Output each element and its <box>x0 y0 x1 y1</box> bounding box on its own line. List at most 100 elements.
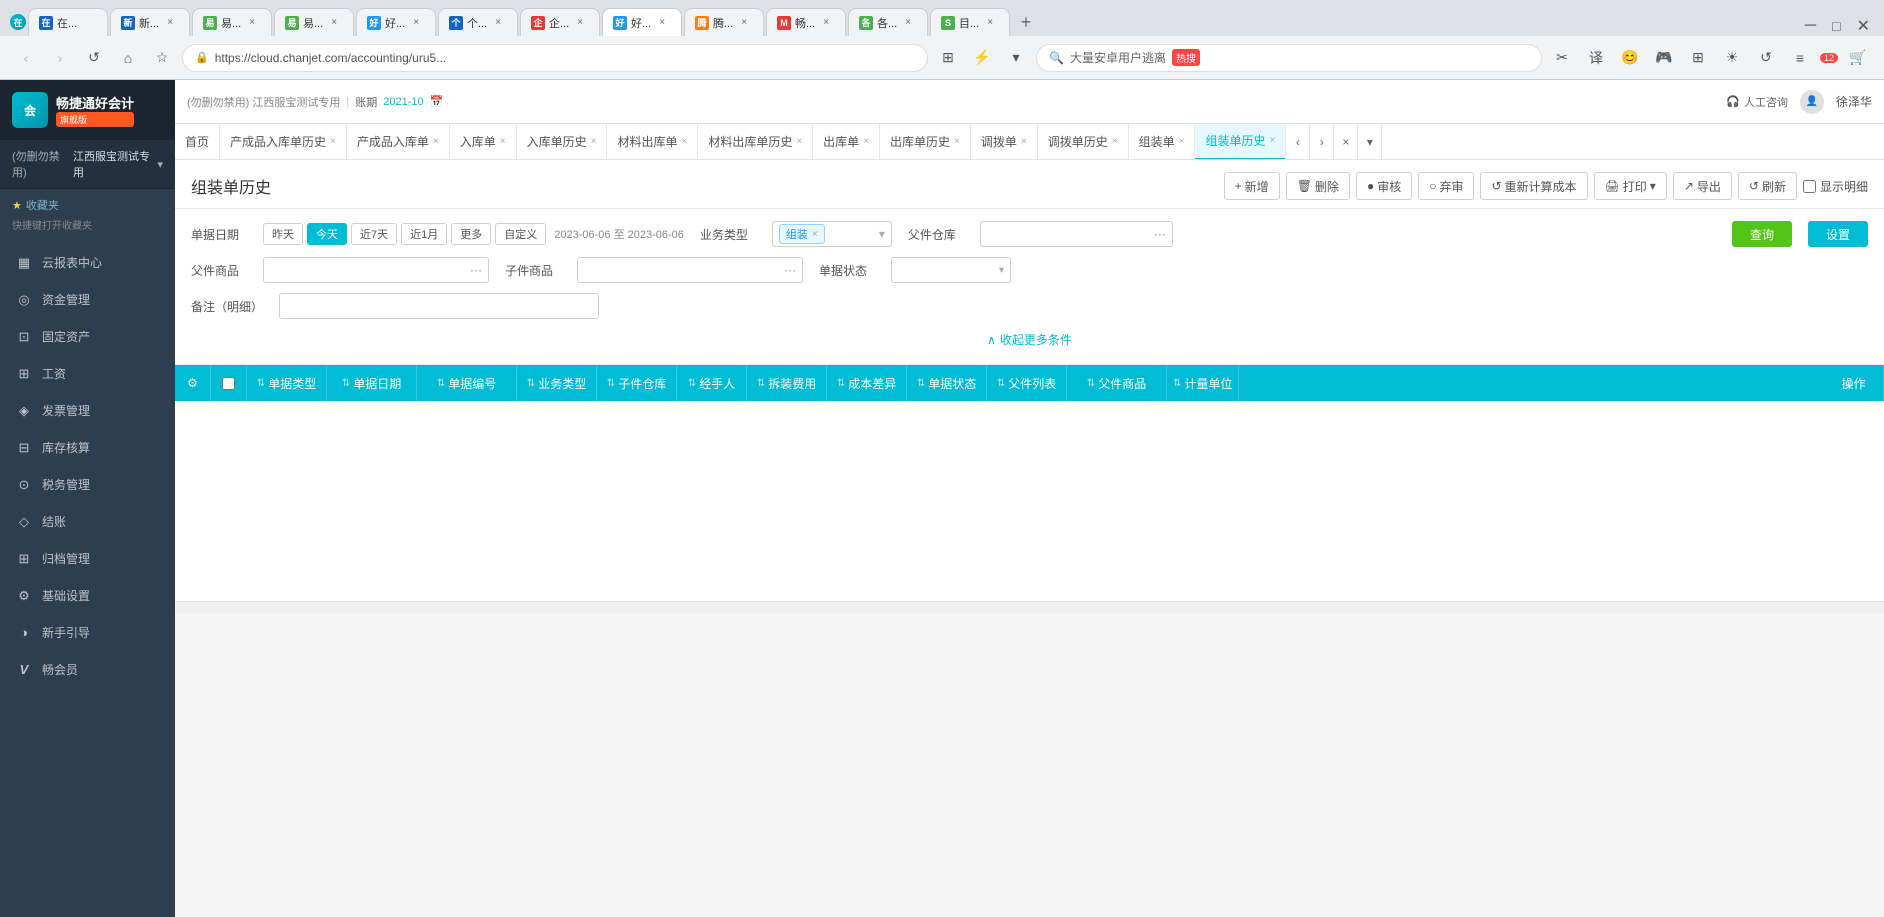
new-tab-button[interactable]: + <box>1012 8 1040 36</box>
game-icon[interactable]: 🎮 <box>1650 44 1678 72</box>
lightning-icon[interactable]: ⚡ <box>968 44 996 72</box>
sidebar-item-fund-mgmt[interactable]: ◎ 资金管理 <box>0 281 175 318</box>
tab-7[interactable]: 企 企... × <box>520 8 600 36</box>
settings-button[interactable]: 设置 <box>1808 221 1868 247</box>
tab-close-icon[interactable]: × <box>1269 135 1275 146</box>
date-week-button[interactable]: 近7天 <box>351 223 397 245</box>
sidebar-item-settlement[interactable]: ◇ 结账 <box>0 503 175 540</box>
parent-warehouse-input[interactable]: ··· <box>980 221 1173 247</box>
sidebar-item-cloud-report[interactable]: ▦ 云报表中心 <box>0 244 175 281</box>
tab-6[interactable]: 个 个... × <box>438 8 518 36</box>
parent-goods-field[interactable] <box>264 263 464 277</box>
delete-button[interactable]: 🗑 删除 <box>1286 172 1350 200</box>
tab-assembly-history[interactable]: 组装单历史 × <box>1195 124 1286 160</box>
more-menu-icon[interactable]: ≡ <box>1786 44 1814 72</box>
sidebar-item-payroll[interactable]: ⊞ 工资 <box>0 355 175 392</box>
tab-produce-in-history[interactable]: 产成品入库单历史 × <box>220 124 347 160</box>
th-child-warehouse[interactable]: ⇅ 子件仓库 <box>597 365 677 401</box>
tab-11[interactable]: 各 各... × <box>848 8 928 36</box>
parent-goods-input[interactable]: ··· <box>263 257 489 283</box>
tab-5[interactable]: 好 好... × <box>356 8 436 36</box>
th-parent-list[interactable]: ⇅ 父件列表 <box>987 365 1067 401</box>
tab-close-icon[interactable]: × <box>954 136 960 147</box>
th-parent-goods[interactable]: ⇅ 父件商品 <box>1067 365 1167 401</box>
tab-close-icon[interactable]: × <box>796 136 802 147</box>
search-bar[interactable]: 🔍 大量安卓用户逃离 热搜 <box>1036 44 1542 72</box>
tab-close-current-button[interactable]: × <box>1334 124 1358 160</box>
export-button[interactable]: ↗ 导出 <box>1673 172 1732 200</box>
tab-more-button[interactable]: ▾ <box>1358 124 1382 160</box>
tab-prev-button[interactable]: ‹ <box>1286 124 1310 160</box>
sidebar-item-inventory[interactable]: ⊟ 库存核算 <box>0 429 175 466</box>
print-button[interactable]: 🖨 打印 ▾ <box>1594 172 1667 200</box>
tab-8[interactable]: 好 好... × <box>602 8 682 36</box>
th-gear[interactable]: ⚙ <box>175 365 211 401</box>
emoji-icon[interactable]: 😊 <box>1616 44 1644 72</box>
tab-transfer-history[interactable]: 调拨单历史 × <box>1038 124 1129 160</box>
tab-close-icon[interactable]: × <box>591 136 597 147</box>
sidebar-item-membership[interactable]: V 畅会员 <box>0 651 175 688</box>
grid-icon[interactable]: ⊞ <box>1684 44 1712 72</box>
date-today-button[interactable]: 今天 <box>307 223 347 245</box>
tab-close-icon[interactable]: × <box>1112 136 1118 147</box>
tab-close-icon[interactable]: × <box>500 136 506 147</box>
search-button[interactable]: 查询 <box>1732 221 1792 247</box>
collapse-button[interactable]: ∧ 收起更多条件 <box>191 327 1868 352</box>
child-goods-field[interactable] <box>578 263 778 277</box>
child-goods-dots[interactable]: ··· <box>778 263 802 277</box>
th-disassembly-cost[interactable]: ⇅ 拆装费用 <box>747 365 827 401</box>
sidebar-item-invoice-mgmt[interactable]: ◈ 发票管理 <box>0 392 175 429</box>
reload-button[interactable]: ↺ <box>80 44 108 72</box>
tab-2[interactable]: 新 新... × <box>110 8 190 36</box>
tab-out-order[interactable]: 出库单 × <box>813 124 880 160</box>
window-minimize[interactable]: ─ <box>1799 17 1822 35</box>
sidebar-item-fixed-assets[interactable]: ⊡ 固定资产 <box>0 318 175 355</box>
bookmark-button[interactable]: ☆ <box>148 44 176 72</box>
favorites-shortcut[interactable]: 快捷键打开收藏夹 <box>12 217 163 232</box>
address-bar[interactable]: 🔒 https://cloud.chanjet.com/accounting/u… <box>182 44 928 72</box>
tab-close-icon[interactable]: × <box>681 136 687 147</box>
date-custom-button[interactable]: 自定义 <box>495 223 546 245</box>
tab-12[interactable]: S 目... × <box>930 8 1010 36</box>
date-more-button[interactable]: 更多 <box>451 223 491 245</box>
tab-9[interactable]: 腾 腾... × <box>684 8 764 36</box>
show-detail-checkbox[interactable]: 显示明细 <box>1803 178 1868 195</box>
tab-close-icon[interactable]: × <box>1021 136 1027 147</box>
th-number[interactable]: ⇅ 单据编号 <box>417 365 517 401</box>
business-type-chevron[interactable]: ▾ <box>879 227 885 241</box>
th-date[interactable]: ⇅ 单据日期 <box>327 365 417 401</box>
forward-button[interactable]: › <box>46 44 74 72</box>
home-button[interactable]: ⌂ <box>114 44 142 72</box>
brightness-icon[interactable]: ☀ <box>1718 44 1746 72</box>
tab-stock-in-history[interactable]: 入库单历史 × <box>517 124 608 160</box>
cart-icon[interactable]: 🛒 <box>1844 44 1872 72</box>
company-selector[interactable]: (勿删勿禁用) 江西服宝测试专用 ▾ <box>0 140 175 189</box>
window-close[interactable]: ✕ <box>1851 16 1876 36</box>
tab-close-icon[interactable]: × <box>863 136 869 147</box>
add-button[interactable]: + 新增 <box>1224 172 1280 200</box>
calendar-icon[interactable]: 📅 <box>430 95 444 108</box>
th-unit[interactable]: ⇅ 计量单位 <box>1167 365 1239 401</box>
tab-assembly[interactable]: 组装单 × <box>1129 124 1196 160</box>
child-goods-input[interactable]: ··· <box>577 257 803 283</box>
tab-stock-in[interactable]: 入库单 × <box>450 124 517 160</box>
refresh-button[interactable]: ↺ 刷新 <box>1738 172 1797 200</box>
translate-icon[interactable]: 译 <box>1582 44 1610 72</box>
tab-material-out[interactable]: 材料出库单 × <box>607 124 698 160</box>
date-month-button[interactable]: 近1月 <box>401 223 447 245</box>
tab-1[interactable]: 在 在... <box>28 8 108 36</box>
scissors-icon[interactable]: ✂ <box>1548 44 1576 72</box>
notes-input[interactable] <box>279 293 599 319</box>
th-status[interactable]: ⇅ 单据状态 <box>907 365 987 401</box>
tab-3[interactable]: 易 易... × <box>192 8 272 36</box>
horizontal-scrollbar[interactable] <box>175 601 1884 613</box>
date-yesterday-button[interactable]: 昨天 <box>263 223 303 245</box>
sidebar-item-quick-start[interactable]: ◑ 新手引导 <box>0 614 175 651</box>
tab-next-button[interactable]: › <box>1310 124 1334 160</box>
business-type-tag-close[interactable]: × <box>812 229 818 240</box>
parent-warehouse-field[interactable] <box>981 227 1148 241</box>
tab-transfer[interactable]: 调拨单 × <box>971 124 1038 160</box>
tab-close-icon[interactable]: × <box>433 136 439 147</box>
recalculate-button[interactable]: ↺ 重新计算成本 <box>1480 172 1587 200</box>
th-type[interactable]: ⇅ 单据类型 <box>247 365 327 401</box>
